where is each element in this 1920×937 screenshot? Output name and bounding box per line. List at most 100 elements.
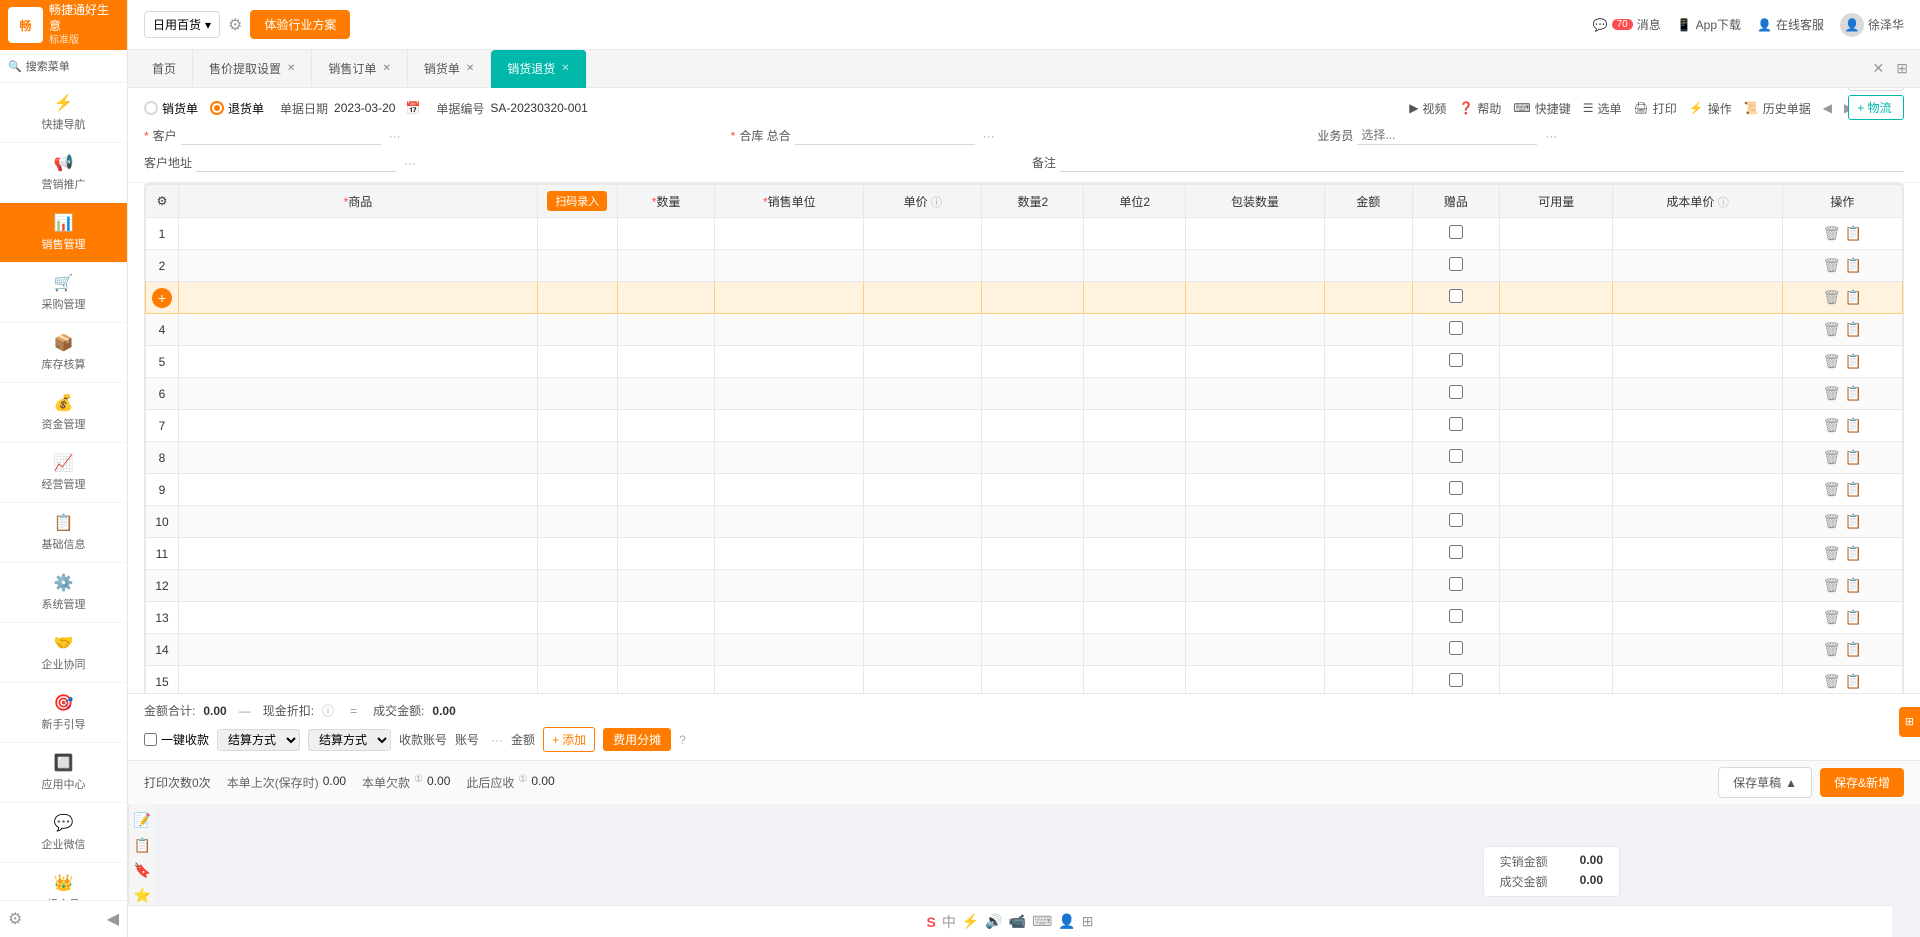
gift-checkbox-row-6[interactable]: [1449, 385, 1463, 399]
gift-checkbox-row-11[interactable]: [1449, 545, 1463, 559]
taskbar-icon-8[interactable]: ⊞: [1082, 913, 1094, 930]
sidebar-item-enterprise[interactable]: 🤝 企业协同: [0, 623, 127, 683]
tab-sales[interactable]: 销货单 ✕: [408, 50, 491, 88]
gift-checkbox-row-14[interactable]: [1449, 641, 1463, 655]
sidebar-item-finance[interactable]: 💰 资金管理: [0, 383, 127, 443]
taskbar-icon-4[interactable]: 🔊: [985, 913, 1002, 930]
copy-row-btn-5[interactable]: 📋: [1845, 353, 1862, 369]
right-sidebar-btn-4[interactable]: ⭐: [134, 887, 151, 904]
calendar-icon[interactable]: 📅: [405, 101, 420, 115]
right-sidebar-btn-1[interactable]: 📝: [134, 812, 151, 829]
tab-home[interactable]: 首页: [136, 50, 193, 88]
app-download-btn[interactable]: 📱 App下载: [1677, 16, 1741, 33]
sidebar-item-shortcut[interactable]: ⚡ 快捷导航: [0, 83, 127, 143]
fenyong-btn[interactable]: 费用分摊: [603, 728, 671, 751]
add-payment-btn[interactable]: + 添加: [543, 727, 595, 752]
online-service-btn[interactable]: 👤 在线客服: [1757, 16, 1824, 33]
salesman-dots-btn[interactable]: ···: [1545, 129, 1557, 143]
sidebar-item-wechat[interactable]: 💬 企业微信: [0, 803, 127, 863]
customer-input[interactable]: [181, 126, 381, 145]
col-gear-header[interactable]: ⚙: [146, 185, 179, 218]
copy-row-btn-15[interactable]: 📋: [1845, 673, 1862, 689]
delete-row-btn-11[interactable]: 🗑: [1823, 545, 1841, 561]
sidebar-item-sales[interactable]: 📊 销售管理: [0, 203, 127, 263]
save-new-btn[interactable]: 保存&新增: [1820, 768, 1904, 797]
note-input[interactable]: [1060, 153, 1904, 172]
radio-sales[interactable]: 销货单: [144, 100, 198, 117]
tab-sales-order[interactable]: 销售订单 ✕: [312, 50, 407, 88]
warehouse-input[interactable]: [795, 126, 975, 145]
copy-row-btn-4[interactable]: 📋: [1845, 321, 1862, 337]
copy-row-btn-1[interactable]: 📋: [1845, 225, 1862, 241]
close-price-settings-tab[interactable]: ✕: [287, 63, 295, 74]
gift-checkbox-row-7[interactable]: [1449, 417, 1463, 431]
sidebar-item-inventory[interactable]: 📦 库存核算: [0, 323, 127, 383]
taskbar-icon-6[interactable]: ⌨: [1032, 913, 1052, 930]
product-input-row-3[interactable]: [185, 291, 531, 305]
delete-row-btn-13[interactable]: 🗑: [1823, 609, 1841, 625]
delete-row-btn-10[interactable]: 🗑: [1823, 513, 1841, 529]
copy-row-btn-3[interactable]: 📋: [1845, 289, 1862, 305]
copy-row-btn-14[interactable]: 📋: [1845, 641, 1862, 657]
nav-prev-icon[interactable]: ◀: [1823, 101, 1832, 115]
gift-checkbox-row-2[interactable]: [1449, 257, 1463, 271]
copy-row-btn-7[interactable]: 📋: [1845, 417, 1862, 433]
delete-row-btn-7[interactable]: 🗑: [1823, 417, 1841, 433]
settings-side-btn[interactable]: ⚙ 设置: [1848, 88, 1904, 91]
collect-checkbox-input[interactable]: [144, 733, 157, 746]
history-action-btn[interactable]: 📜 历史单据: [1744, 100, 1811, 117]
copy-row-btn-6[interactable]: 📋: [1845, 385, 1862, 401]
gift-checkbox-row-8[interactable]: [1449, 449, 1463, 463]
gift-checkbox-row-1[interactable]: [1449, 225, 1463, 239]
gift-checkbox-row-9[interactable]: [1449, 481, 1463, 495]
salesman-input[interactable]: [1357, 126, 1537, 145]
shortcut-action-btn[interactable]: ⌨ 快捷键: [1513, 100, 1570, 117]
sidebar-item-marketing[interactable]: 📢 营销推广: [0, 143, 127, 203]
settlement-method-select[interactable]: 结算方式: [217, 729, 300, 751]
copy-row-btn-12[interactable]: 📋: [1845, 577, 1862, 593]
gift-checkbox-row-10[interactable]: [1449, 513, 1463, 527]
delete-row-btn-9[interactable]: 🗑: [1823, 481, 1841, 497]
sidebar-item-member[interactable]: 👑 畅会员: [0, 863, 127, 900]
user-avatar[interactable]: 👤 徐泽华: [1840, 13, 1904, 37]
address-input[interactable]: [196, 153, 396, 172]
warehouse-dots-btn[interactable]: ···: [983, 129, 995, 143]
account-dots-btn[interactable]: ···: [491, 733, 503, 747]
close-sales-order-tab[interactable]: ✕: [382, 63, 390, 74]
experience-btn[interactable]: 体验行业方案: [250, 10, 350, 39]
taskbar-icon-5[interactable]: 📹: [1009, 913, 1026, 930]
collapse-sidebar-icon[interactable]: ◀: [107, 909, 119, 929]
taskbar-icon-2[interactable]: 中: [942, 912, 956, 932]
close-sales-return-tab[interactable]: ✕: [561, 63, 569, 74]
close-sales-tab[interactable]: ✕: [466, 63, 474, 74]
sidebar-item-appstore[interactable]: 🔲 应用中心: [0, 743, 127, 803]
copy-row-btn-13[interactable]: 📋: [1845, 609, 1862, 625]
delete-row-btn-1[interactable]: 🗑: [1823, 225, 1841, 241]
gift-checkbox-row-3[interactable]: [1449, 289, 1463, 303]
taskbar-icon-3[interactable]: ⚡: [962, 913, 979, 930]
scan-input-btn[interactable]: 扫码录入: [547, 191, 607, 211]
calc-method-select[interactable]: 结算方式: [308, 729, 391, 751]
delete-row-btn-3[interactable]: 🗑: [1823, 289, 1841, 305]
video-action-btn[interactable]: ▶ 视频: [1409, 100, 1446, 117]
copy-row-btn-9[interactable]: 📋: [1845, 481, 1862, 497]
gift-checkbox-row-12[interactable]: [1449, 577, 1463, 591]
settings-gear-icon[interactable]: ⚙: [8, 909, 22, 929]
copy-row-btn-10[interactable]: 📋: [1845, 513, 1862, 529]
delete-row-btn-2[interactable]: 🗑: [1823, 257, 1841, 273]
sidebar-item-operations[interactable]: 📈 经营管理: [0, 443, 127, 503]
operate-action-btn[interactable]: ⚡ 操作: [1689, 100, 1732, 117]
radio-return[interactable]: 退货单: [210, 100, 264, 117]
delete-row-btn-12[interactable]: 🗑: [1823, 577, 1841, 593]
delete-row-btn-14[interactable]: 🗑: [1823, 641, 1841, 657]
select-action-btn[interactable]: ☰ 选单: [1583, 100, 1622, 117]
header-gear-icon[interactable]: ⚙: [228, 15, 242, 35]
add-row-btn[interactable]: +: [152, 288, 172, 308]
gift-checkbox-row-4[interactable]: [1449, 321, 1463, 335]
tab-price-settings[interactable]: 售价提取设置 ✕: [193, 50, 312, 88]
copy-row-btn-2[interactable]: 📋: [1845, 257, 1862, 273]
right-sidebar-btn-2[interactable]: 📋: [134, 837, 151, 854]
sidebar-item-newbie[interactable]: 🎯 新手引导: [0, 683, 127, 743]
expand-tab-icon[interactable]: ⊞: [1892, 58, 1912, 79]
delete-row-btn-8[interactable]: 🗑: [1823, 449, 1841, 465]
